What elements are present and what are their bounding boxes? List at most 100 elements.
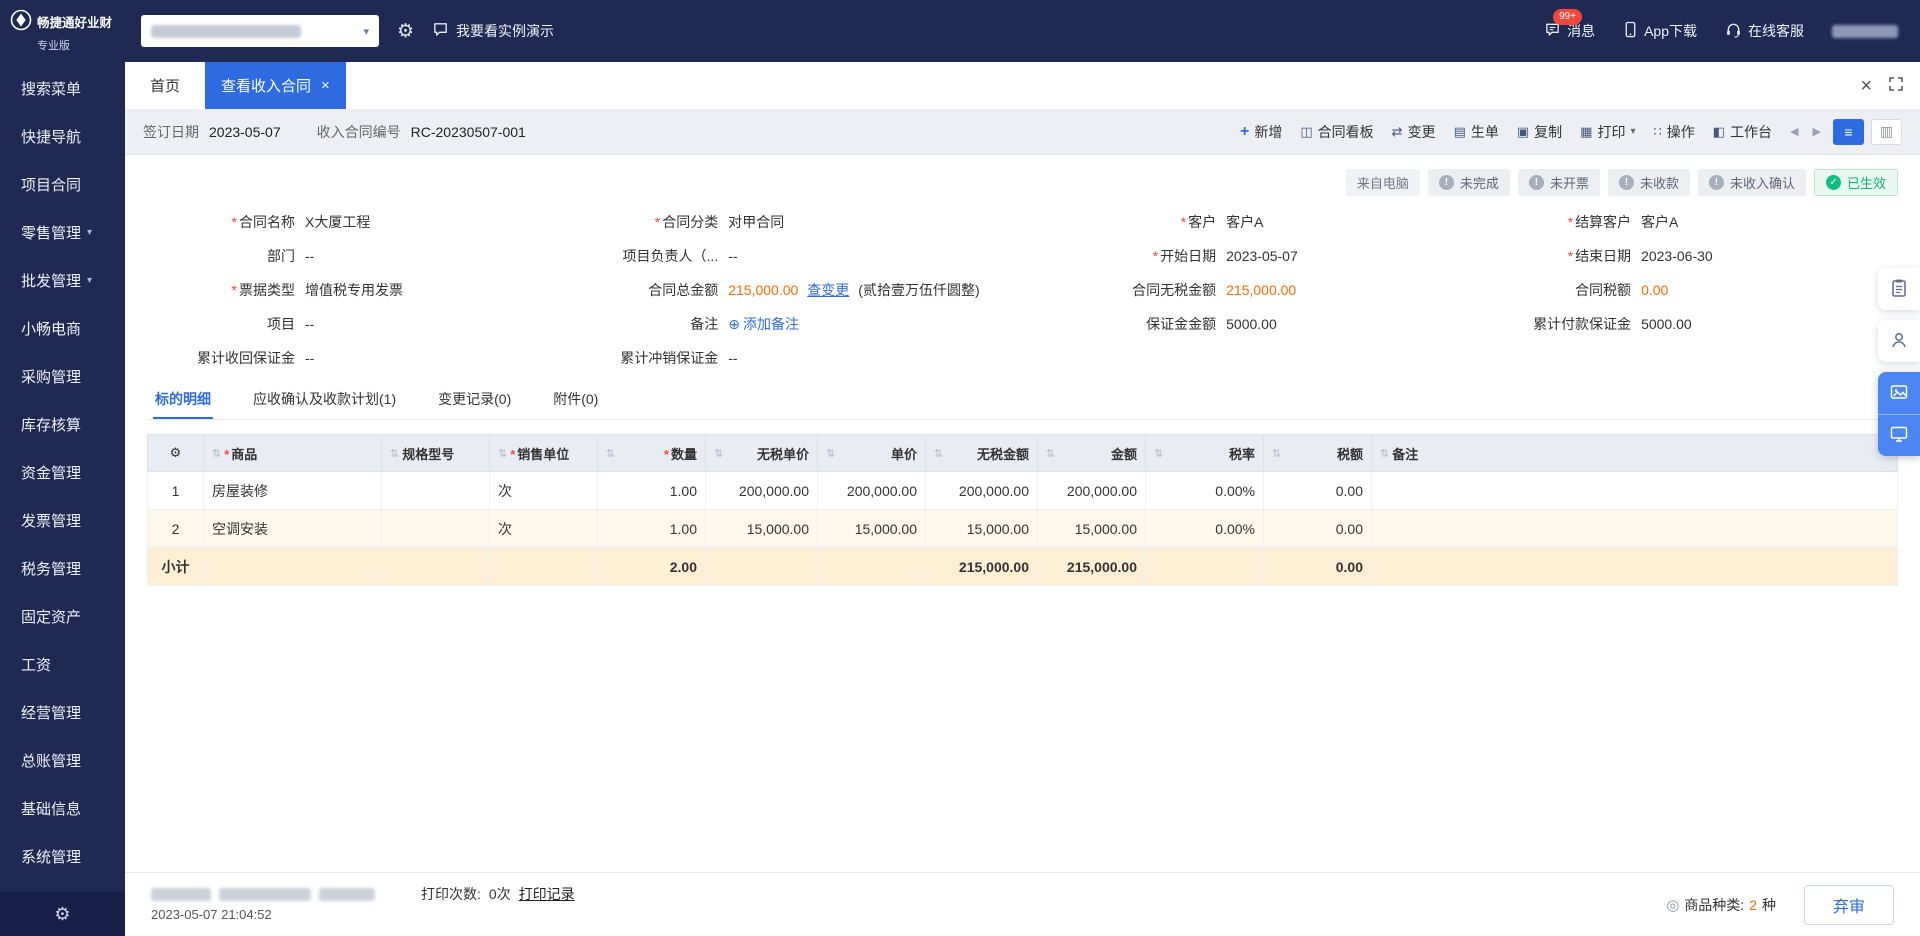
form-field-1: * 合同名称 X大厦工程 bbox=[147, 212, 570, 232]
column-header-5[interactable]: ⇅ 无税单价 bbox=[705, 434, 818, 472]
toolbar-button-grid[interactable]: ∷ 操作 bbox=[1644, 122, 1703, 142]
toolbar-button-bench[interactable]: ◧ 工作台 bbox=[1704, 122, 1781, 142]
form-field-15: 保证金金额 5000.00 bbox=[1068, 314, 1483, 334]
field-label: * 结算客户 bbox=[1567, 214, 1632, 230]
account-name-blurred bbox=[151, 24, 301, 38]
gallery-float-button[interactable] bbox=[1878, 372, 1920, 414]
sidebar-item-7[interactable]: 采购管理 bbox=[0, 352, 125, 400]
sidebar-item-17[interactable]: 系统管理 bbox=[0, 832, 125, 880]
column-header-10[interactable]: ⇅ 税额 bbox=[1263, 434, 1372, 472]
sort-icon: ⇅ bbox=[212, 447, 222, 460]
table-row-2[interactable]: 2 空调安装次 1.00 15,000.00 15,000.00 15,000.00 15,… bbox=[147, 509, 1898, 548]
customer-service-float-button[interactable] bbox=[1878, 320, 1920, 362]
tab-close-icon[interactable]: × bbox=[321, 77, 330, 94]
reject-approval-button[interactable]: 弃审 bbox=[1804, 884, 1894, 925]
toolbar-button-copy[interactable]: ▣ 复制 bbox=[1508, 122, 1571, 142]
sidebar-item-1[interactable]: 搜索菜单 bbox=[0, 64, 125, 112]
field-value: 对甲合同 bbox=[728, 212, 784, 232]
sort-icon: ⇅ bbox=[1272, 447, 1282, 460]
column-header-6[interactable]: ⇅ 单价 bbox=[817, 434, 926, 472]
detail-tab-4[interactable]: 附件(0) bbox=[551, 380, 600, 419]
column-header-11[interactable]: ⇅ 备注 bbox=[1371, 434, 1898, 472]
add-note-link[interactable]: ⊕ 添加备注 bbox=[728, 314, 799, 334]
column-header-wrap: ⇅ 金额 bbox=[1046, 444, 1137, 463]
list-view-toggle[interactable]: ≡ bbox=[1833, 118, 1864, 145]
column-header-2[interactable]: ⇅ 规格型号 bbox=[381, 434, 490, 472]
cell-销售单位: 次 bbox=[489, 509, 598, 548]
next-record-icon[interactable]: ▶ bbox=[1808, 125, 1826, 138]
sidebar-item-9[interactable]: 资金管理 bbox=[0, 448, 125, 496]
toolbar-button-kanban[interactable]: ◫ 合同看板 bbox=[1291, 122, 1382, 142]
sidebar-item-15[interactable]: 总账管理 bbox=[0, 736, 125, 784]
sidebar-item-13[interactable]: 工资 bbox=[0, 640, 125, 688]
demo-link[interactable]: 我要看实例演示 bbox=[432, 21, 554, 41]
column-header-3[interactable]: ⇅ * 销售单位 bbox=[489, 434, 598, 472]
sidebar-item-16[interactable]: 基础信息 bbox=[0, 784, 125, 832]
change-icon: ⇄ bbox=[1391, 123, 1403, 139]
app-window: 畅捷通好业财 专业版 搜索菜单 快捷导航 项目合同 零售管理 ▾ 批发管理 ▾ 小畅电商 采购管… bbox=[0, 0, 1920, 936]
tab-home[interactable]: 首页 bbox=[125, 62, 205, 109]
category-label: 商品种类: bbox=[1684, 896, 1745, 913]
form-field-14: 备注 ⊕ 添加备注 bbox=[570, 314, 1068, 334]
tab-view-income-contract[interactable]: 查看收入合同 × bbox=[205, 62, 346, 109]
column-header-4[interactable]: ⇅ * 数量 bbox=[597, 434, 706, 472]
survey-float-button[interactable] bbox=[1878, 268, 1920, 310]
cell-规格型号 bbox=[381, 509, 490, 548]
print-log-link[interactable]: 打印记录 bbox=[519, 884, 575, 904]
copy-icon: ▣ bbox=[1516, 123, 1530, 139]
prev-record-icon[interactable]: ◀ bbox=[1785, 125, 1803, 138]
sidebar-item-14[interactable]: 经营管理 bbox=[0, 688, 125, 736]
field-label: 部门 bbox=[267, 248, 295, 264]
sidebar-item-label: 小畅电商 bbox=[21, 320, 82, 338]
form-field-11: 合同无税金额 215,000.00 bbox=[1068, 280, 1483, 300]
column-header-7[interactable]: ⇅ 无税金额 bbox=[925, 434, 1038, 472]
close-all-tabs-icon[interactable]: × bbox=[1860, 76, 1872, 96]
online-service-button[interactable]: 在线客服 bbox=[1725, 21, 1804, 41]
app-download-button[interactable]: App下载 bbox=[1623, 21, 1697, 41]
sidebar-item-2[interactable]: 快捷导航 bbox=[0, 112, 125, 160]
field-value-text: 增值税专用发票 bbox=[305, 282, 403, 298]
view-change-link[interactable]: 查变更 bbox=[807, 280, 849, 300]
toolbar-button-change[interactable]: ⇄ 变更 bbox=[1383, 122, 1445, 142]
detail-tab-2[interactable]: 应收确认及收款计划(1) bbox=[251, 380, 398, 419]
subtotal-cell-无税单价 bbox=[705, 547, 818, 586]
sidebar-item-12[interactable]: 固定资产 bbox=[0, 592, 125, 640]
form-field-8: * 结束日期 2023-06-30 bbox=[1483, 246, 1898, 266]
sidebar-item-3[interactable]: 项目合同 bbox=[0, 160, 125, 208]
field-value: 215,000.00 查变更 (贰拾壹万伍仟圆整) bbox=[728, 280, 979, 300]
sidebar-item-10[interactable]: 发票管理 bbox=[0, 496, 125, 544]
account-selector[interactable]: ▾ bbox=[141, 15, 379, 47]
toolbar-button-print[interactable]: ▦ 打印 ▾ bbox=[1571, 122, 1644, 142]
column-header-1[interactable]: ⇅ * 商品 bbox=[203, 434, 382, 472]
detail-tab-1[interactable]: 标的明细 bbox=[153, 380, 213, 419]
table-row-1[interactable]: 1 房屋装修次 1.00 200,000.00 200,000.00 200,000.00… bbox=[147, 471, 1898, 510]
screen-float-button[interactable] bbox=[1878, 414, 1920, 456]
column-header-8[interactable]: ⇅ 金额 bbox=[1037, 434, 1146, 472]
toolbar-button-doc[interactable]: ▤ 生单 bbox=[1445, 122, 1508, 142]
column-header-wrap: ⇅ 无税金额 bbox=[934, 444, 1029, 463]
sidebar-item-6[interactable]: 小畅电商 bbox=[0, 304, 125, 352]
field-value-text: 5000.00 bbox=[1226, 316, 1277, 332]
sidebar-item-11[interactable]: 税务管理 bbox=[0, 544, 125, 592]
toolbar-button-label: 变更 bbox=[1407, 123, 1436, 140]
field-label: 累计付款保证金 bbox=[1533, 316, 1632, 332]
fullscreen-icon[interactable] bbox=[1888, 76, 1904, 95]
detail-tab-3[interactable]: 变更记录(0) bbox=[436, 380, 513, 419]
bench-icon: ◧ bbox=[1712, 123, 1726, 139]
cell-税率: 0.00% bbox=[1145, 509, 1264, 548]
exclamation-icon: ! bbox=[1708, 175, 1724, 190]
topbar-gear-icon[interactable]: ⚙ bbox=[397, 20, 414, 43]
speech-bubble-icon bbox=[432, 21, 449, 41]
column-header-9[interactable]: ⇅ 税率 bbox=[1145, 434, 1264, 472]
sidebar-item-4[interactable]: 零售管理 ▾ bbox=[0, 208, 125, 256]
form-field-16: 累计付款保证金 5000.00 bbox=[1483, 314, 1898, 334]
toolbar-button-plus[interactable]: + 新增 bbox=[1231, 122, 1291, 142]
messages-button[interactable]: 99+ 消息 bbox=[1544, 9, 1595, 41]
field-value: 客户A bbox=[1226, 212, 1263, 232]
split-view-toggle[interactable]: ▥ bbox=[1871, 118, 1902, 145]
row-number-cell: 2 bbox=[147, 509, 204, 548]
settings-gear-icon[interactable]: ⚙ bbox=[54, 904, 70, 925]
sidebar-item-8[interactable]: 库存核算 bbox=[0, 400, 125, 448]
column-settings-gear-icon[interactable]: ⚙ bbox=[147, 434, 204, 472]
sidebar-item-5[interactable]: 批发管理 ▾ bbox=[0, 256, 125, 304]
